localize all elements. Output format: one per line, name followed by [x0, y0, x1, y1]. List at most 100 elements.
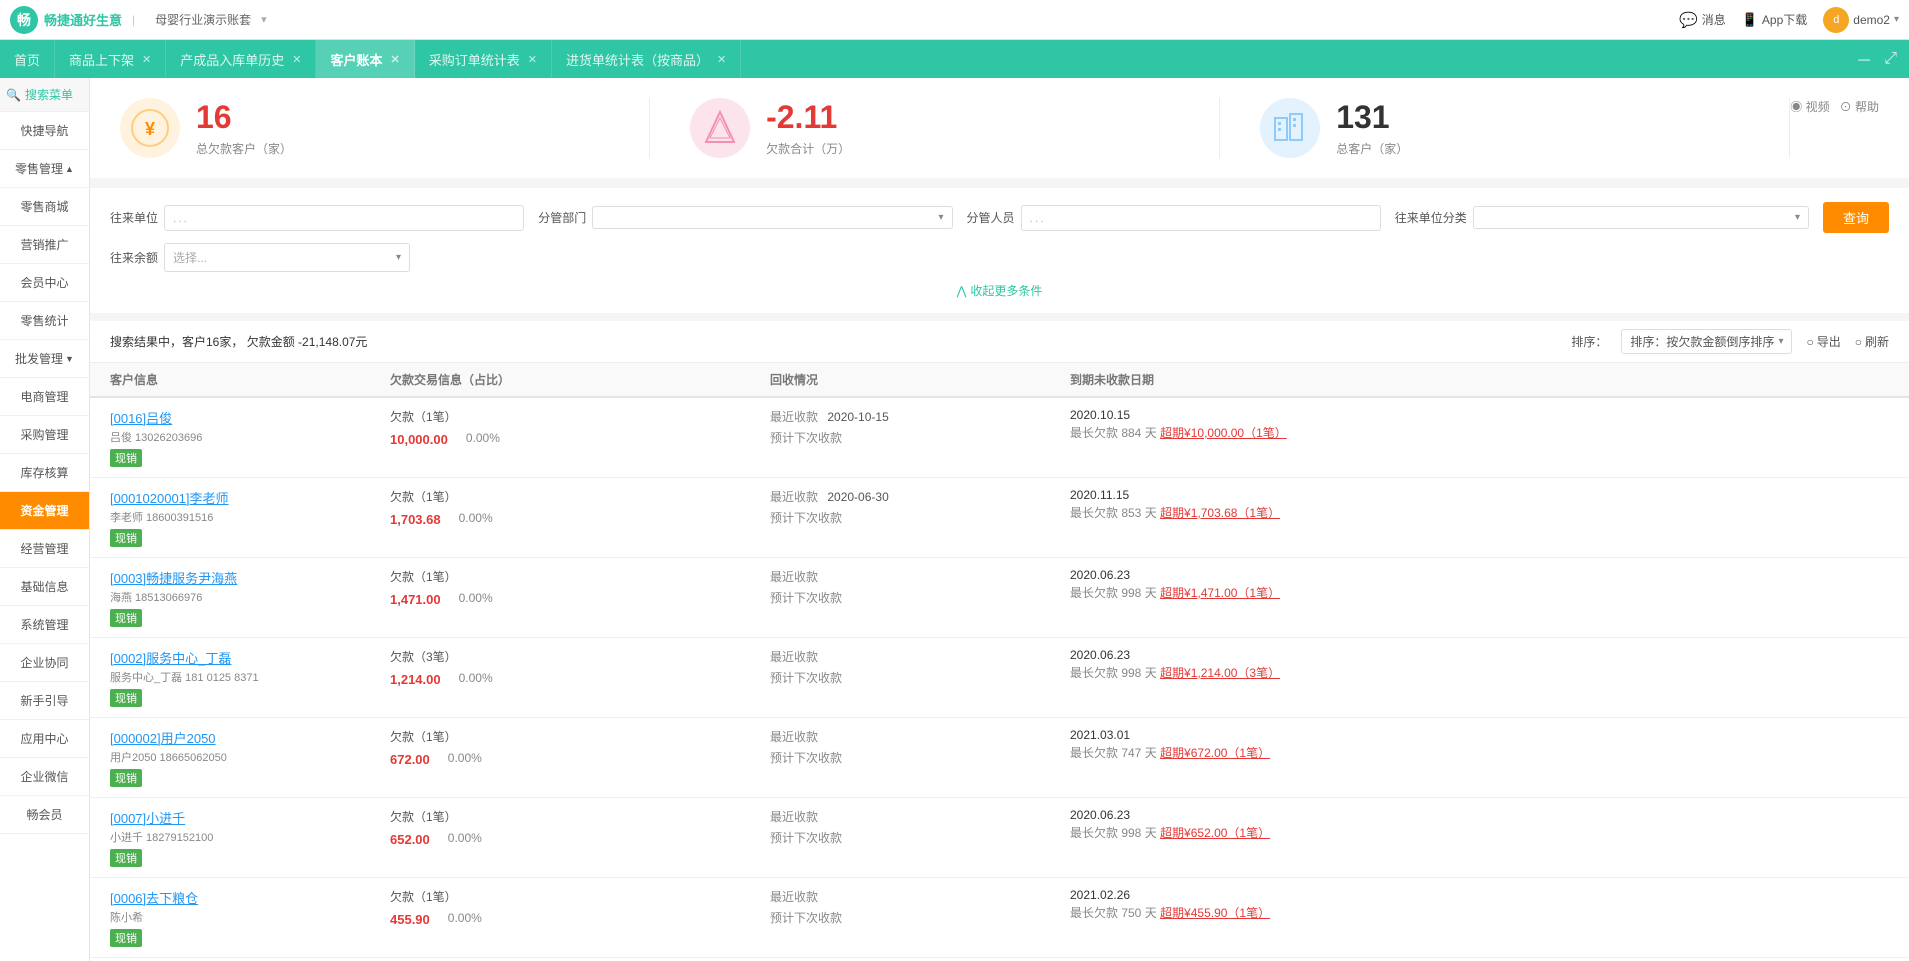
debt-customers-label: 总欠款客户（家）	[196, 140, 292, 157]
maximize-icon[interactable]: ⤢	[1880, 48, 1901, 70]
sidebar-item-quick-nav[interactable]: 快捷导航	[0, 112, 89, 150]
sidebar-item-retail-mgmt[interactable]: 零售管理 ▲	[0, 150, 89, 188]
col-overdue-date: 到期未收款日期	[1070, 371, 1889, 388]
minimize-icon[interactable]: －	[1852, 45, 1876, 73]
sidebar-search[interactable]: 🔍 搜索菜单	[0, 78, 89, 112]
sort-select[interactable]: 排序：按欠款金额倒序排序 ▾	[1621, 329, 1792, 354]
overdue-link-1[interactable]: 超期¥1,703.68（1笔）	[1160, 506, 1280, 520]
customer-name-0[interactable]: [0016]吕俊	[110, 408, 390, 427]
refresh-icon: ○	[1855, 335, 1862, 349]
sidebar-item-inventory[interactable]: 库存核算	[0, 454, 89, 492]
customer-name-6[interactable]: [0006]去下粮仓	[110, 888, 390, 907]
tab-product-shelf[interactable]: 商品上下架 ✕	[55, 40, 166, 78]
badge-1: 现销	[110, 529, 142, 547]
store-dropdown-icon[interactable]: ▾	[261, 13, 267, 26]
sidebar-item-system[interactable]: 系统管理	[0, 606, 89, 644]
sidebar-item-operations[interactable]: 经营管理	[0, 530, 89, 568]
app-header: 畅 畅捷通好生意 | 母婴行业演示账套 ▾ 💬 消息 📱 App下载 d dem…	[0, 0, 1909, 40]
message-icon: 💬	[1679, 11, 1698, 29]
sidebar-item-retail-mall[interactable]: 零售商城	[0, 188, 89, 226]
export-icon: ○	[1806, 335, 1813, 349]
overdue-link-4[interactable]: 超期¥672.00（1笔）	[1160, 746, 1270, 760]
debt-count-0: 欠款（1笔）	[390, 408, 770, 425]
app-name: 畅捷通好生意	[44, 10, 122, 29]
sidebar-item-ecommerce[interactable]: 电商管理	[0, 378, 89, 416]
customer-name-2[interactable]: [0003]畅捷服务尹海燕	[110, 568, 390, 587]
sidebar-item-retail-stats[interactable]: 零售统计	[0, 302, 89, 340]
overdue-link-2[interactable]: 超期¥1,471.00（1笔）	[1160, 586, 1280, 600]
result-summary: 搜索结果中，客户16家， 欠款金额 -21,148.07元	[110, 333, 367, 350]
dept-chevron-icon: ▾	[938, 212, 943, 223]
balance-select[interactable]: 选择... ▾	[164, 243, 410, 272]
source-unit-input[interactable]: ...	[164, 205, 524, 231]
badge-4: 现销	[110, 769, 142, 787]
sidebar-item-batch-mgmt[interactable]: 批发管理 ▼	[0, 340, 89, 378]
sidebar-item-marketing[interactable]: 营销推广	[0, 226, 89, 264]
table-row: [0001020001]李老师 李老师 18600391516 现销 欠款（1笔…	[90, 478, 1909, 558]
sidebar-item-newbie[interactable]: 新手引导	[0, 682, 89, 720]
avatar: d	[1823, 7, 1849, 33]
customer-name-3[interactable]: [0002]服务中心_丁磊	[110, 648, 390, 667]
collapse-btn[interactable]: ⋀ 收起更多条件	[957, 282, 1043, 299]
chevron-icon-batch: ▼	[65, 354, 74, 364]
search-button[interactable]: 查询	[1823, 202, 1889, 233]
store-name: 母婴行业演示账套	[155, 11, 251, 28]
sidebar-item-basic[interactable]: 基础信息	[0, 568, 89, 606]
sidebar-item-finance[interactable]: 资金管理	[0, 492, 89, 530]
overdue-link-0[interactable]: 超期¥10,000.00（1笔）	[1160, 426, 1287, 440]
filter-row-1: 往来单位 ... 分管部门 ▾ 分管人员 ...	[110, 202, 1889, 233]
help-btn[interactable]: ⊙ 帮助	[1840, 98, 1879, 115]
message-btn[interactable]: 💬 消息	[1679, 11, 1726, 29]
tab-home[interactable]: 首页	[0, 40, 55, 78]
sidebar-item-wechat[interactable]: 企业微信	[0, 758, 89, 796]
tab-close-incoming-stats[interactable]: ✕	[717, 53, 726, 66]
person-label: 分管人员	[967, 209, 1015, 226]
total-customers-value: 131	[1336, 99, 1408, 136]
total-customers-label: 总客户（家）	[1336, 140, 1408, 157]
stat-debt-amount: -2.11 欠款合计（万）	[650, 98, 1220, 158]
debt-customers-icon: ¥	[120, 98, 180, 158]
sidebar: 🔍 搜索菜单 快捷导航 零售管理 ▲ 零售商城 营销推广 会员中心 零售统计 批…	[0, 78, 90, 961]
dept-select[interactable]: ▾	[592, 206, 952, 229]
balance-label: 往来余额	[110, 249, 158, 266]
customer-info-6: 陈小希	[110, 909, 390, 925]
balance-chevron-icon: ▾	[396, 252, 401, 263]
app-download-btn[interactable]: 📱 App下载	[1742, 11, 1808, 28]
video-btn[interactable]: ◉ 视频	[1790, 98, 1829, 115]
tab-close-purchase-order[interactable]: ✕	[528, 53, 537, 66]
sidebar-item-appstore[interactable]: 应用中心	[0, 720, 89, 758]
tab-close-product-history[interactable]: ✕	[292, 53, 301, 66]
unit-category-select[interactable]: ▾	[1473, 206, 1809, 229]
customer-info-4: 用户2050 18665062050	[110, 749, 390, 765]
tab-close-customer-account[interactable]: ✕	[391, 53, 400, 66]
customer-name-1[interactable]: [0001020001]李老师	[110, 488, 390, 507]
customer-name-5[interactable]: [0007]小进千	[110, 808, 390, 827]
export-btn[interactable]: ○ 导出	[1806, 333, 1840, 350]
tab-incoming-stats[interactable]: 进货单统计表（按商品） ✕	[552, 40, 741, 78]
sidebar-item-purchase[interactable]: 采购管理	[0, 416, 89, 454]
sort-label: 排序：	[1571, 333, 1607, 350]
overdue-link-5[interactable]: 超期¥652.00（1笔）	[1160, 826, 1270, 840]
overdue-link-6[interactable]: 超期¥455.90（1笔）	[1160, 906, 1270, 920]
badge-3: 现销	[110, 689, 142, 707]
sidebar-item-enterprise[interactable]: 企业协同	[0, 644, 89, 682]
table-row: [0003]畅捷服务尹海燕 海燕 18513066976 现销 欠款（1笔） 1…	[90, 558, 1909, 638]
refresh-btn[interactable]: ○ 刷新	[1855, 333, 1889, 350]
overdue-link-3[interactable]: 超期¥1,214.00（3笔）	[1160, 666, 1280, 680]
stat-total-customers: 131 总客户（家）	[1220, 98, 1790, 158]
customer-name-4[interactable]: [000002]用户2050	[110, 728, 390, 747]
filter-source-unit: 往来单位 ...	[110, 205, 524, 231]
col-debt-info: 欠款交易信息（占比）	[390, 371, 770, 388]
sidebar-item-member[interactable]: 会员中心	[0, 264, 89, 302]
customer-info-0: 吕俊 13026203696	[110, 429, 390, 445]
filter-person: 分管人员 ...	[967, 205, 1381, 231]
tab-close-product-shelf[interactable]: ✕	[142, 53, 151, 66]
sidebar-item-vip[interactable]: 畅会员	[0, 796, 89, 834]
tab-product-history[interactable]: 产成品入库单历史 ✕	[166, 40, 316, 78]
tab-customer-account[interactable]: 客户账本 ✕	[316, 40, 414, 78]
stat-debt-customers: ¥ 16 总欠款客户（家）	[120, 98, 650, 158]
user-menu[interactable]: d demo2 ▾	[1823, 7, 1899, 33]
nav-tabs: 首页 商品上下架 ✕ 产成品入库单历史 ✕ 客户账本 ✕ 采购订单统计表 ✕ 进…	[0, 40, 1909, 78]
person-input[interactable]: ...	[1021, 205, 1381, 231]
tab-purchase-order[interactable]: 采购订单统计表 ✕	[415, 40, 552, 78]
